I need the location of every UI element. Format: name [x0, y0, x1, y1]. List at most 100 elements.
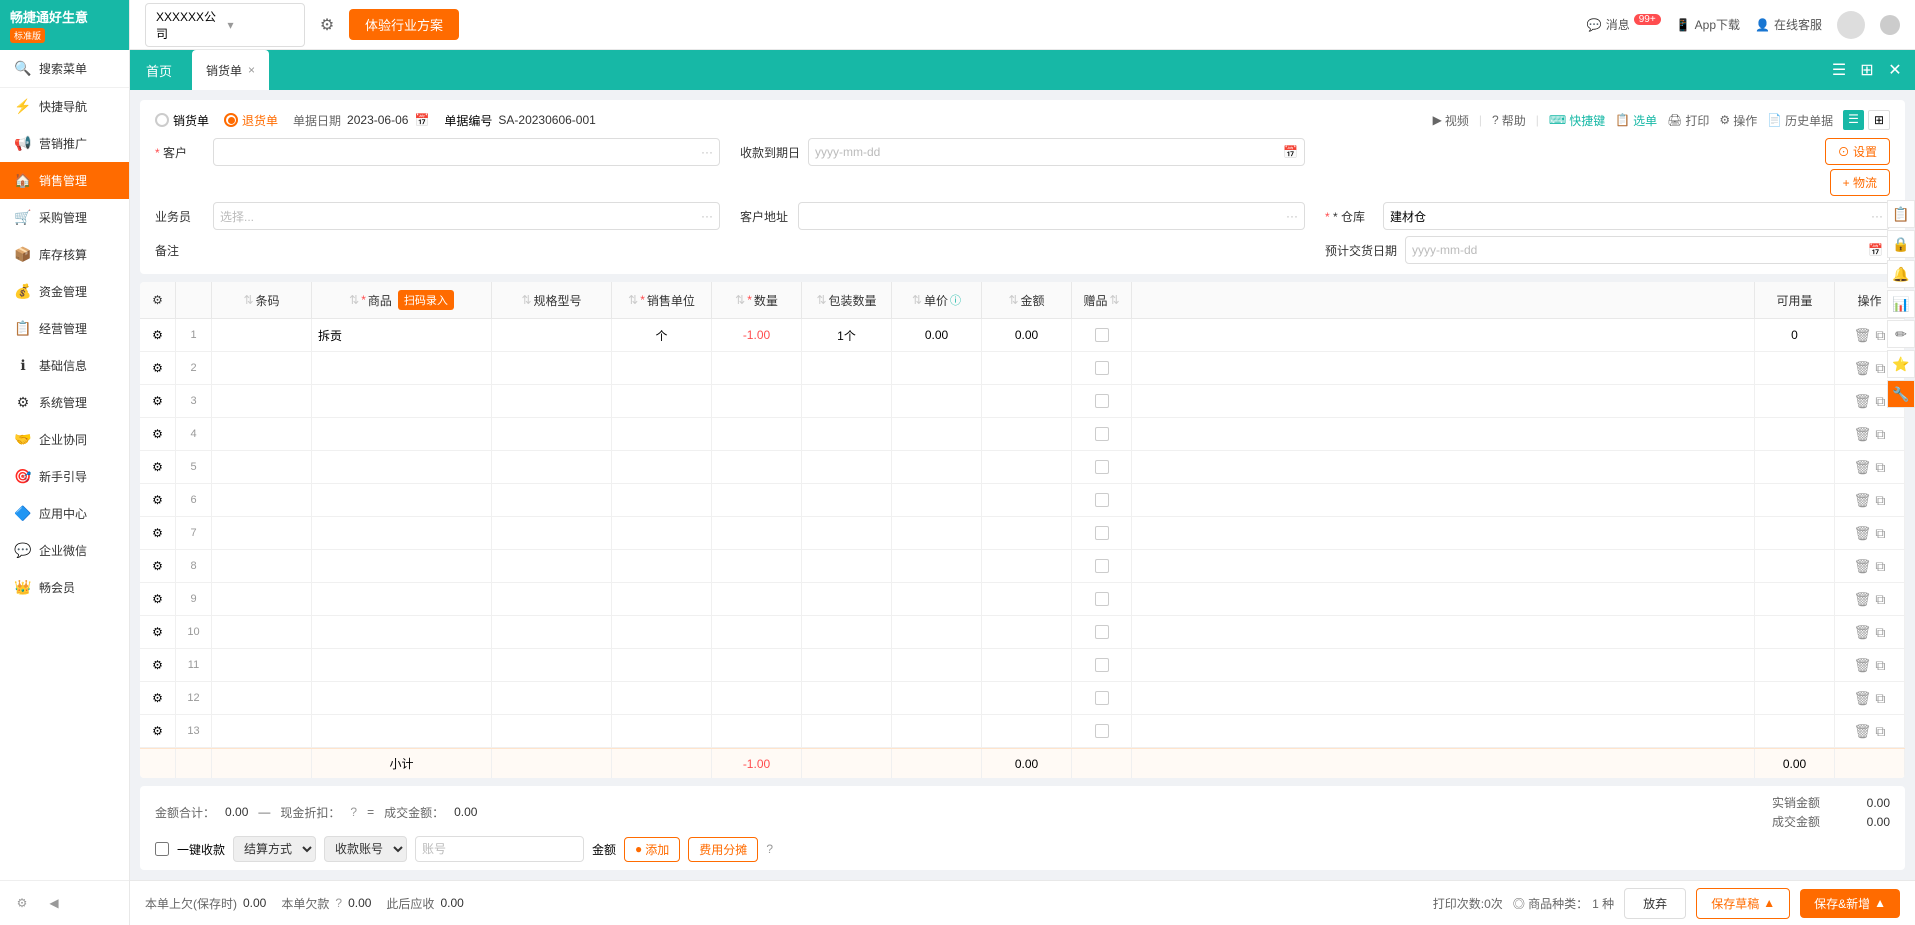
row-qty[interactable]: [712, 451, 802, 483]
row-unit[interactable]: [612, 451, 712, 483]
row-pkg[interactable]: 1个: [802, 319, 892, 351]
row-barcode[interactable]: [212, 616, 312, 648]
row-qty[interactable]: [712, 715, 802, 747]
row-unit[interactable]: [612, 352, 712, 384]
online-service-btn[interactable]: 👤 在线客服: [1755, 16, 1822, 33]
delete-icon[interactable]: 🗑: [1854, 393, 1872, 410]
settlement-method-select[interactable]: 结算方式: [233, 836, 316, 862]
row-price[interactable]: [892, 352, 982, 384]
row-product[interactable]: [312, 616, 492, 648]
row-price[interactable]: [892, 649, 982, 681]
copy-icon[interactable]: ⧉: [1875, 558, 1885, 575]
row-spec[interactable]: [492, 715, 612, 747]
row-amount[interactable]: [982, 616, 1072, 648]
sidebar-item-search[interactable]: 🔍 搜索菜单: [0, 50, 129, 88]
row-desc[interactable]: [1132, 319, 1755, 351]
row-amount[interactable]: [982, 418, 1072, 450]
payment-cal-icon[interactable]: 📅: [1283, 145, 1298, 159]
row-amount[interactable]: [982, 484, 1072, 516]
settings-btn[interactable]: ⊙ 设置: [1825, 138, 1890, 165]
logistics-btn[interactable]: + 物流: [1830, 169, 1890, 196]
row-desc[interactable]: [1132, 583, 1755, 615]
action-operate[interactable]: ⚙ 操作: [1719, 112, 1757, 129]
row-barcode[interactable]: [212, 583, 312, 615]
account-input[interactable]: [415, 836, 584, 862]
row-spec[interactable]: [492, 451, 612, 483]
price-info-icon[interactable]: ⓘ: [950, 292, 961, 308]
row-price[interactable]: [892, 385, 982, 417]
row-gift[interactable]: [1072, 550, 1132, 582]
row-amount[interactable]: [982, 352, 1072, 384]
row-desc[interactable]: [1132, 484, 1755, 516]
save-new-btn[interactable]: 保存&新增 ▲: [1800, 889, 1900, 918]
delete-icon[interactable]: 🗑: [1854, 426, 1872, 443]
float-btn-5[interactable]: ✏: [1887, 320, 1915, 348]
row-gift[interactable]: [1072, 451, 1132, 483]
expense-btn[interactable]: 费用分摊: [688, 837, 758, 862]
row-spec[interactable]: [492, 583, 612, 615]
row-product[interactable]: [312, 484, 492, 516]
one-click-payment-checkbox[interactable]: [155, 842, 169, 856]
trial-btn[interactable]: 体验行业方案: [349, 9, 459, 40]
row-settings[interactable]: ⚙: [140, 550, 176, 582]
row-price[interactable]: 0.00: [892, 319, 982, 351]
row-barcode[interactable]: [212, 451, 312, 483]
row-gift[interactable]: [1072, 649, 1132, 681]
expected-cal-icon[interactable]: 📅: [1868, 243, 1883, 257]
customer-addr-dots[interactable]: ···: [1286, 209, 1298, 223]
row-pkg[interactable]: [802, 451, 892, 483]
shortage-question-icon[interactable]: ?: [335, 896, 342, 910]
expected-date-input[interactable]: yyyy-mm-dd 📅: [1405, 236, 1890, 264]
col-settings[interactable]: ⚙: [140, 282, 176, 318]
row-price[interactable]: [892, 418, 982, 450]
row-gift[interactable]: [1072, 484, 1132, 516]
action-history[interactable]: 📄 历史单据: [1767, 112, 1833, 129]
row-settings[interactable]: ⚙: [140, 451, 176, 483]
row-spec[interactable]: [492, 682, 612, 714]
account-select[interactable]: 收款账号: [324, 836, 407, 862]
row-qty[interactable]: [712, 583, 802, 615]
row-desc[interactable]: [1132, 616, 1755, 648]
row-amount[interactable]: [982, 517, 1072, 549]
warehouse-dots[interactable]: ···: [1871, 209, 1883, 223]
row-amount[interactable]: [982, 682, 1072, 714]
row-price[interactable]: [892, 484, 982, 516]
tab-close-icon[interactable]: ×: [248, 63, 255, 77]
row-product[interactable]: [312, 385, 492, 417]
tab-home[interactable]: 首页: [130, 50, 188, 90]
sidebar-item-enterprise[interactable]: 🤝 企业协同: [0, 421, 129, 458]
row-pkg[interactable]: [802, 385, 892, 417]
row-barcode[interactable]: [212, 517, 312, 549]
row-spec[interactable]: [492, 484, 612, 516]
warehouse-input[interactable]: 建材仓 ···: [1383, 202, 1890, 230]
row-gift[interactable]: [1072, 715, 1132, 747]
grid-view-icon[interactable]: ⊞: [1868, 110, 1890, 130]
action-help[interactable]: ? 帮助: [1492, 112, 1526, 129]
copy-icon[interactable]: ⧉: [1875, 591, 1885, 608]
delete-icon[interactable]: 🗑: [1854, 723, 1872, 740]
row-product[interactable]: [312, 517, 492, 549]
row-desc[interactable]: [1132, 715, 1755, 747]
row-unit[interactable]: [612, 616, 712, 648]
row-settings[interactable]: ⚙: [140, 484, 176, 516]
sidebar-item-quicknav[interactable]: ⚡ 快捷导航: [0, 88, 129, 125]
row-qty[interactable]: [712, 484, 802, 516]
row-price[interactable]: [892, 715, 982, 747]
row-unit[interactable]: [612, 517, 712, 549]
float-btn-1[interactable]: 📋: [1887, 200, 1915, 228]
delete-icon[interactable]: 🗑: [1854, 459, 1872, 476]
row-price[interactable]: [892, 616, 982, 648]
row-price[interactable]: [892, 682, 982, 714]
salesperson-input[interactable]: 选择... ···: [213, 202, 720, 230]
row-qty[interactable]: [712, 616, 802, 648]
row-qty[interactable]: [712, 352, 802, 384]
row-barcode[interactable]: [212, 484, 312, 516]
action-video[interactable]: ▶ 视频: [1433, 112, 1469, 129]
row-gift[interactable]: [1072, 583, 1132, 615]
row-pkg[interactable]: [802, 583, 892, 615]
float-btn-7[interactable]: 🔧: [1887, 380, 1915, 408]
row-desc[interactable]: [1132, 352, 1755, 384]
save-draft-btn[interactable]: 保存草稿 ▲: [1696, 888, 1790, 919]
row-unit[interactable]: [612, 715, 712, 747]
row-amount[interactable]: [982, 583, 1072, 615]
